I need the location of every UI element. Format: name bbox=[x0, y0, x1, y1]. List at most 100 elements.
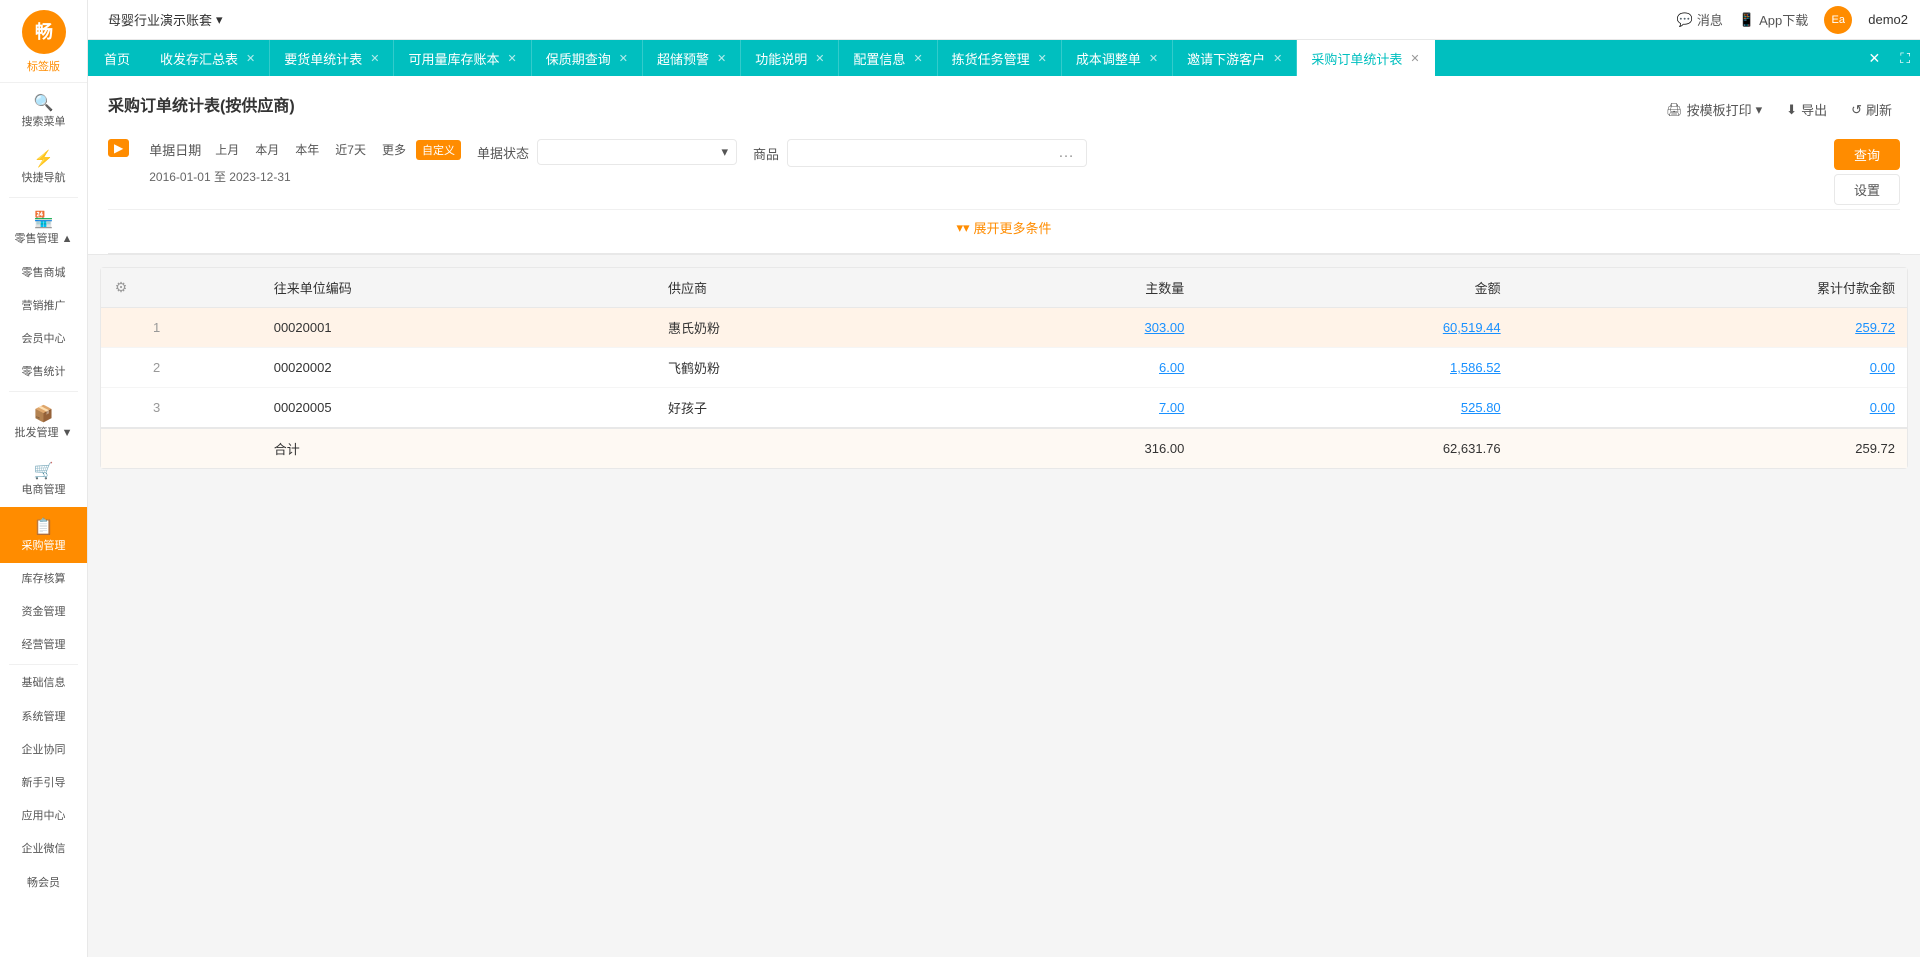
sidebar-item-system[interactable]: 系统管理 bbox=[0, 701, 87, 734]
sidebar-label-operations: 经营管理 bbox=[22, 639, 66, 652]
tab-home[interactable]: 首页 bbox=[88, 40, 146, 76]
filter-action-buttons: 查询 设置 bbox=[1834, 139, 1900, 205]
workspace-selector[interactable]: 母婴行业演示账套 ▾ bbox=[100, 6, 231, 33]
tab-shoufaHuizong[interactable]: 收发存汇总表 ✕ bbox=[146, 40, 270, 76]
tab-caigouDingdan[interactable]: 采购订单统计表 ✕ bbox=[1297, 40, 1434, 76]
sidebar-item-ecommerce[interactable]: 🛒 电商管理 bbox=[0, 451, 87, 507]
tab-gongnengShuoming[interactable]: 功能说明 ✕ bbox=[741, 40, 839, 76]
custom-date-badge[interactable]: 自定义 bbox=[416, 140, 461, 160]
user-avatar[interactable]: Ea bbox=[1824, 6, 1852, 34]
row2-amount[interactable]: 1,586.52 bbox=[1196, 348, 1512, 388]
workspace-arrow-icon: ▾ bbox=[216, 12, 223, 28]
close-keyongLiangKucun-icon[interactable]: ✕ bbox=[508, 52, 517, 65]
close-chengbenTiaozheng-icon[interactable]: ✕ bbox=[1149, 52, 1158, 65]
home-tab-label: 首页 bbox=[104, 49, 130, 68]
expand-window-btn[interactable]: ⛶ bbox=[1890, 40, 1920, 76]
sidebar-label-finance: 资金管理 bbox=[22, 606, 66, 619]
row3-amount[interactable]: 525.80 bbox=[1196, 388, 1512, 429]
download-icon: 📱 bbox=[1739, 12, 1755, 28]
svg-text:畅: 畅 bbox=[35, 21, 53, 42]
app-download-btn[interactable]: 📱 App下载 bbox=[1739, 10, 1808, 29]
sidebar-item-wholesale[interactable]: 📦 批发管理 ▼ bbox=[0, 394, 87, 450]
sidebar-item-appcenter[interactable]: 应用中心 bbox=[0, 800, 87, 833]
expand-label: 展开更多条件 bbox=[974, 218, 1052, 237]
retail-icon: 🏪 bbox=[34, 210, 54, 230]
row1-amount[interactable]: 60,519.44 bbox=[1196, 308, 1512, 348]
export-btn[interactable]: ⬇ 导出 bbox=[1778, 96, 1835, 123]
sidebar-item-retail-shop[interactable]: 零售商城 bbox=[0, 257, 87, 290]
sidebar-item-purchase[interactable]: 📋 采购管理 bbox=[0, 507, 87, 563]
workspace-name: 母婴行业演示账套 bbox=[108, 10, 212, 29]
sidebar-label-system: 系统管理 bbox=[22, 711, 66, 724]
logo-icon: 畅 bbox=[20, 8, 68, 56]
row1-paid[interactable]: 259.72 bbox=[1513, 308, 1907, 348]
goods-more-icon[interactable]: … bbox=[1054, 144, 1078, 162]
refresh-icon: ↺ bbox=[1851, 102, 1862, 118]
tab-label-chengbenTiaozheng: 成本调整单 bbox=[1076, 49, 1141, 68]
sidebar-item-wechat[interactable]: 企业微信 bbox=[0, 833, 87, 866]
close-caigouDingdan-icon[interactable]: ✕ bbox=[1410, 52, 1419, 65]
close-yaoqingXiayou-icon[interactable]: ✕ bbox=[1273, 52, 1282, 65]
tab-label-caigouDingdan: 采购订单统计表 bbox=[1311, 49, 1402, 68]
user-name[interactable]: demo2 bbox=[1868, 12, 1908, 27]
shortcut-last-month[interactable]: 上月 bbox=[209, 139, 245, 160]
row2-paid[interactable]: 0.00 bbox=[1513, 348, 1907, 388]
sidebar-item-finance[interactable]: 资金管理 bbox=[0, 596, 87, 629]
sidebar-item-member2[interactable]: 畅会员 bbox=[0, 867, 87, 900]
col-amount-header: 金额 bbox=[1196, 268, 1512, 308]
settings-btn[interactable]: 设置 bbox=[1834, 174, 1900, 205]
status-dropdown-icon: ▾ bbox=[721, 144, 728, 160]
tab-baozhibaoQi[interactable]: 保质期查询 ✕ bbox=[532, 40, 643, 76]
ecommerce-icon: 🛒 bbox=[34, 461, 54, 481]
shortcut-this-year[interactable]: 本年 bbox=[289, 139, 325, 160]
close-chaochuYujin-icon[interactable]: ✕ bbox=[717, 52, 726, 65]
footer-supplier-col bbox=[656, 428, 950, 468]
filter-toggle-btn[interactable]: ▶ bbox=[108, 139, 129, 157]
message-btn[interactable]: 💬 消息 bbox=[1677, 10, 1723, 29]
sidebar-item-enterprise[interactable]: 企业协同 bbox=[0, 734, 87, 767]
sidebar-item-member[interactable]: 会员中心 bbox=[0, 323, 87, 356]
tab-yaoqingXiayou[interactable]: 邀请下游客户 ✕ bbox=[1173, 40, 1297, 76]
row3-paid[interactable]: 0.00 bbox=[1513, 388, 1907, 429]
sidebar-item-quicknav[interactable]: ⚡ 快捷导航 bbox=[0, 139, 87, 195]
tab-zhihuoRenwu[interactable]: 拣货任务管理 ✕ bbox=[938, 40, 1062, 76]
shortcut-this-month[interactable]: 本月 bbox=[249, 139, 285, 160]
tab-chaochuYujin[interactable]: 超储预警 ✕ bbox=[643, 40, 741, 76]
close-shoufaHuizong-icon[interactable]: ✕ bbox=[246, 52, 255, 65]
status-select[interactable]: ▾ bbox=[537, 139, 737, 165]
tab-peizhi[interactable]: 配置信息 ✕ bbox=[839, 40, 937, 76]
sidebar-item-operations[interactable]: 经营管理 bbox=[0, 629, 87, 662]
tab-yaohuoDanTongJi[interactable]: 要货单统计表 ✕ bbox=[270, 40, 394, 76]
close-gongnengShuoming-icon[interactable]: ✕ bbox=[815, 52, 824, 65]
tab-chengbenTiaozheng[interactable]: 成本调整单 ✕ bbox=[1062, 40, 1173, 76]
shortcut-7days[interactable]: 近7天 bbox=[329, 139, 372, 160]
sidebar-item-retail[interactable]: 🏪 零售管理 ▲ bbox=[0, 200, 87, 256]
close-peizhi-icon[interactable]: ✕ bbox=[913, 52, 922, 65]
sidebar-item-inventory[interactable]: 库存核算 bbox=[0, 563, 87, 596]
row1-quantity[interactable]: 303.00 bbox=[950, 308, 1196, 348]
tab-keyongLiangKucun[interactable]: 可用量库存账本 ✕ bbox=[394, 40, 531, 76]
close-yaohuoDanTongJi-icon[interactable]: ✕ bbox=[370, 52, 379, 65]
sidebar-item-marketing[interactable]: 营销推广 bbox=[0, 290, 87, 323]
sidebar-label-basic: 基础信息 bbox=[22, 677, 66, 690]
close-baozhibaoQi-icon[interactable]: ✕ bbox=[619, 52, 628, 65]
goods-input[interactable]: … bbox=[787, 139, 1087, 167]
refresh-btn[interactable]: ↺ 刷新 bbox=[1843, 96, 1900, 123]
row3-quantity[interactable]: 7.00 bbox=[950, 388, 1196, 429]
sidebar-item-newguide[interactable]: 新手引导 bbox=[0, 767, 87, 800]
query-btn[interactable]: 查询 bbox=[1834, 139, 1900, 170]
row2-quantity[interactable]: 6.00 bbox=[950, 348, 1196, 388]
expand-filter-btn[interactable]: ▾▾ 展开更多条件 bbox=[956, 218, 1051, 237]
tab-label-peizhi: 配置信息 bbox=[853, 49, 905, 68]
close-all-btn[interactable]: ✕ bbox=[1858, 40, 1890, 76]
print-btn[interactable]: 🖨 按模板打印 ▾ bbox=[1658, 96, 1770, 123]
filter-area: ▶ 单据日期 上月 本月 本年 近7天 更多 自定义 bbox=[108, 131, 1900, 254]
shortcut-more[interactable]: 更多 bbox=[376, 139, 412, 160]
close-zhihuoRenwu-icon[interactable]: ✕ bbox=[1038, 52, 1047, 65]
sidebar-item-basic[interactable]: 基础信息 bbox=[0, 667, 87, 700]
sidebar-item-retail-stats[interactable]: 零售统计 bbox=[0, 356, 87, 389]
logo-area[interactable]: 畅 标签版 bbox=[0, 0, 87, 83]
sidebar-item-search[interactable]: 🔍 搜索菜单 bbox=[0, 83, 87, 139]
col-settings-btn[interactable]: ⚙ bbox=[115, 279, 128, 295]
page-content: 采购订单统计表(按供应商) 🖨 按模板打印 ▾ ⬇ 导出 ↺ 刷新 bbox=[88, 76, 1920, 957]
